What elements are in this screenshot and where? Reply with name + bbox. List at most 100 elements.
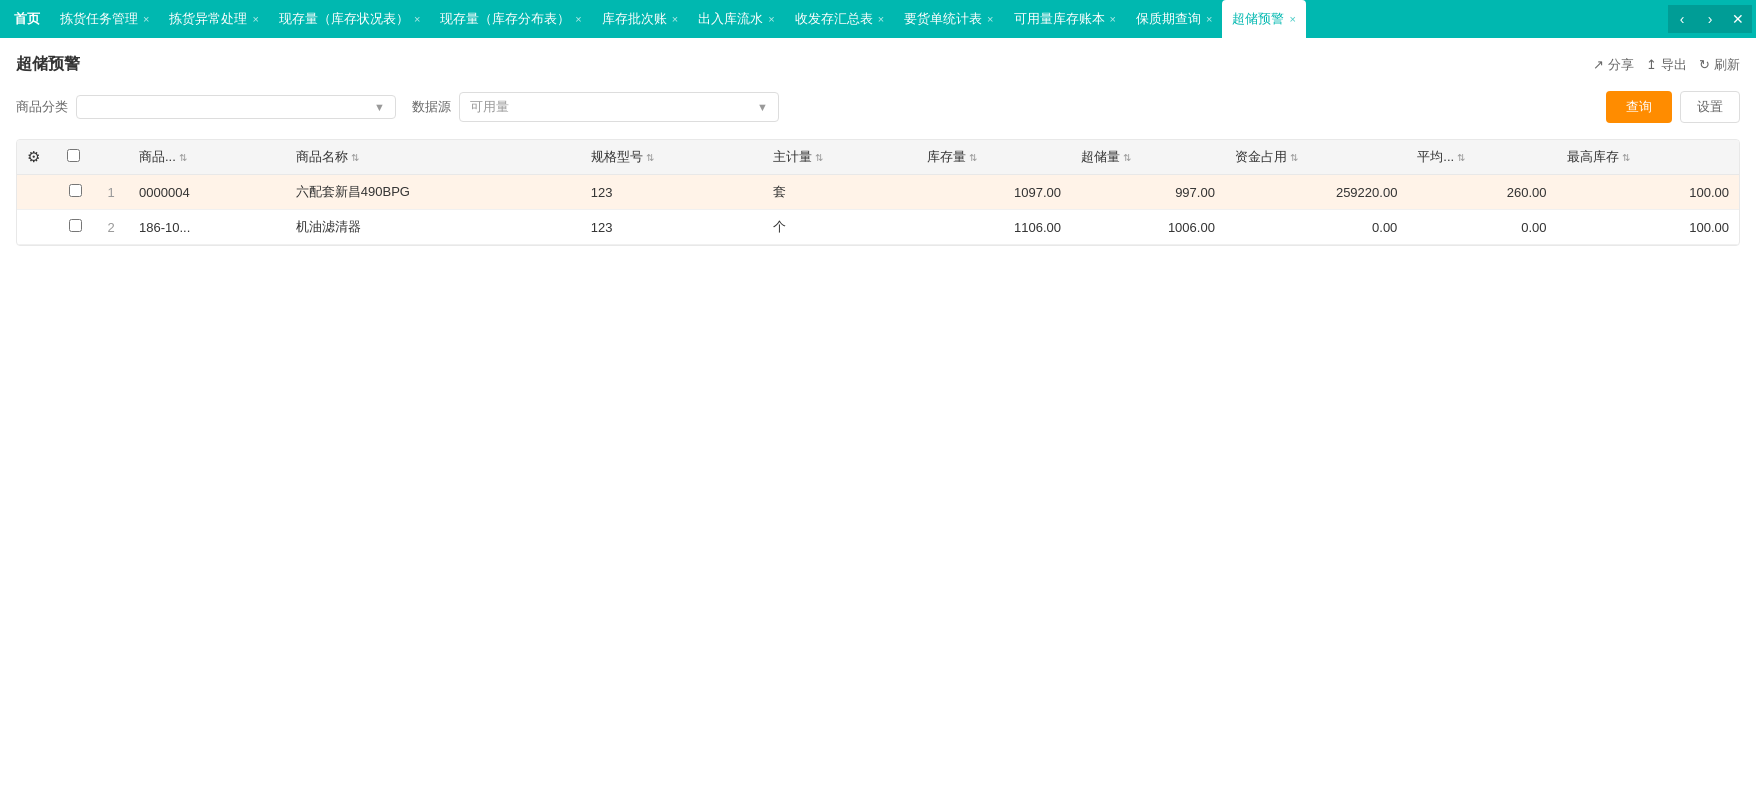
cell-product_name-1: 机油滤清器 xyxy=(286,210,581,245)
refresh-icon: ↻ xyxy=(1699,57,1710,72)
sort-icon-unit: ⇅ xyxy=(815,152,823,163)
col-label-stock: 库存量 xyxy=(927,149,966,164)
settings-button[interactable]: 设置 xyxy=(1680,91,1740,123)
nav-close-all-btn[interactable]: ✕ xyxy=(1724,5,1752,33)
col-spec[interactable]: 规格型号⇅ xyxy=(581,140,763,175)
cell-capital-0: 259220.00 xyxy=(1225,175,1407,210)
category-label: 商品分类 xyxy=(16,98,68,116)
col-overstock[interactable]: 超储量⇅ xyxy=(1071,140,1225,175)
nav-tab-8[interactable]: 可用量库存账本 × xyxy=(1004,0,1126,38)
row-cb-1[interactable] xyxy=(69,219,82,232)
col-settings[interactable]: ⚙ xyxy=(17,140,57,175)
nav-tab-6[interactable]: 收发存汇总表 × xyxy=(785,0,894,38)
col-label-capital: 资金占用 xyxy=(1235,149,1287,164)
share-button[interactable]: ↗ 分享 xyxy=(1593,56,1634,74)
cell-capital-1: 0.00 xyxy=(1225,210,1407,245)
nav-tab-4[interactable]: 库存批次账× xyxy=(592,0,688,38)
nav-home[interactable]: 首页 xyxy=(4,0,50,38)
sort-icon-avg: ⇅ xyxy=(1457,152,1465,163)
col-max_stock[interactable]: 最高库存⇅ xyxy=(1557,140,1740,175)
page-header: 超储预警 ↗ 分享 ↥ 导出 ↻ 刷新 xyxy=(16,54,1740,75)
nav-tab-close-0[interactable]: × xyxy=(143,13,149,25)
nav-tab-1[interactable]: 拣货异常处理 × xyxy=(159,0,268,38)
row-checkbox-0[interactable] xyxy=(57,175,93,210)
nav-tab-close-9[interactable]: × xyxy=(1206,13,1212,25)
col-label-max_stock: 最高库存 xyxy=(1567,149,1619,164)
nav-tab-close-3[interactable]: × xyxy=(575,13,581,25)
nav-tab-close-10[interactable]: × xyxy=(1289,13,1295,25)
cell-avg-1: 0.00 xyxy=(1407,210,1556,245)
nav-tab-label-8: 可用量库存账本 xyxy=(1014,10,1105,28)
nav-tab-9[interactable]: 保质期查询 × xyxy=(1126,0,1222,38)
nav-tab-label-6: 收发存汇总表 xyxy=(795,10,873,28)
datasource-dropdown-icon: ▼ xyxy=(757,101,768,113)
cell-spec-0: 123 xyxy=(581,175,763,210)
cell-max_stock-1: 100.00 xyxy=(1557,210,1740,245)
nav-tab-label-5: 出入库流水 xyxy=(698,10,763,28)
export-button[interactable]: ↥ 导出 xyxy=(1646,56,1687,74)
cell-stock-0: 1097.00 xyxy=(917,175,1071,210)
nav-tab-label-9: 保质期查询 xyxy=(1136,10,1201,28)
sort-icon-product_name: ⇅ xyxy=(351,152,359,163)
cell-product_name-0: 六配套新昌490BPG xyxy=(286,175,581,210)
nav-tab-label-10: 超储预警 xyxy=(1232,10,1284,28)
nav-prev-btn[interactable]: ‹ xyxy=(1668,5,1696,33)
cell-overstock-1: 1006.00 xyxy=(1071,210,1225,245)
nav-tab-close-5[interactable]: × xyxy=(768,13,774,25)
nav-tab-2[interactable]: 现存量（库存状况表）× xyxy=(269,0,430,38)
col-stock[interactable]: 库存量⇅ xyxy=(917,140,1071,175)
query-button[interactable]: 查询 xyxy=(1606,91,1672,123)
filter-actions: 查询 设置 xyxy=(1606,91,1740,123)
col-unit[interactable]: 主计量⇅ xyxy=(763,140,917,175)
col-checkbox[interactable] xyxy=(57,140,93,175)
col-label-product_name: 商品名称 xyxy=(296,149,348,164)
nav-tab-3[interactable]: 现存量（库存分布表） × xyxy=(430,0,591,38)
table-container: ⚙商品...⇅商品名称⇅规格型号⇅主计量⇅库存量⇅超储量⇅资金占用⇅平均...⇅… xyxy=(16,139,1740,246)
datasource-select-text: 可用量 xyxy=(470,98,509,116)
col-capital[interactable]: 资金占用⇅ xyxy=(1225,140,1407,175)
page-container: 超储预警 ↗ 分享 ↥ 导出 ↻ 刷新 商品分类 ▼ 数据源 xyxy=(0,38,1756,800)
datasource-select[interactable]: 可用量 ▼ xyxy=(459,92,779,122)
nav-tab-close-4[interactable]: × xyxy=(672,13,678,25)
nav-tab-5[interactable]: 出入库流水 × xyxy=(688,0,784,38)
category-dropdown-icon: ▼ xyxy=(374,101,385,113)
col-product_code[interactable]: 商品...⇅ xyxy=(129,140,286,175)
sort-icon-capital: ⇅ xyxy=(1290,152,1298,163)
nav-tab-0[interactable]: 拣货任务管理 × xyxy=(50,0,159,38)
col-label-avg: 平均... xyxy=(1417,149,1454,164)
cell-max_stock-0: 100.00 xyxy=(1557,175,1740,210)
nav-tab-close-7[interactable]: × xyxy=(987,13,993,25)
category-filter-group: 商品分类 ▼ xyxy=(16,95,396,119)
nav-arrows: ‹ › ✕ xyxy=(1668,5,1752,33)
category-select[interactable]: ▼ xyxy=(76,95,396,119)
page-title: 超储预警 xyxy=(16,54,80,75)
nav-tab-label-1: 拣货异常处理 xyxy=(169,10,247,28)
data-table: ⚙商品...⇅商品名称⇅规格型号⇅主计量⇅库存量⇅超储量⇅资金占用⇅平均...⇅… xyxy=(17,140,1739,245)
nav-tab-label-0: 拣货任务管理 xyxy=(60,10,138,28)
sort-icon-spec: ⇅ xyxy=(646,152,654,163)
nav-tab-7[interactable]: 要货单统计表× xyxy=(894,0,1003,38)
row-gear-0[interactable] xyxy=(17,175,57,210)
cell-unit-0: 套 xyxy=(763,175,917,210)
row-gear-1[interactable] xyxy=(17,210,57,245)
sort-icon-max_stock: ⇅ xyxy=(1622,152,1630,163)
nav-tab-10[interactable]: 超储预警 × xyxy=(1222,0,1305,38)
row-cb-0[interactable] xyxy=(69,184,82,197)
nav-tab-close-8[interactable]: × xyxy=(1110,13,1116,25)
col-avg[interactable]: 平均...⇅ xyxy=(1407,140,1556,175)
datasource-filter-group: 数据源 可用量 ▼ xyxy=(412,92,779,122)
nav-tab-label-3: 现存量（库存分布表） xyxy=(440,10,570,28)
filter-row: 商品分类 ▼ 数据源 可用量 ▼ 查询 设置 xyxy=(16,91,1740,123)
row-checkbox-1[interactable] xyxy=(57,210,93,245)
nav-next-btn[interactable]: › xyxy=(1696,5,1724,33)
cell-unit-1: 个 xyxy=(763,210,917,245)
export-icon: ↥ xyxy=(1646,57,1657,72)
col-product_name[interactable]: 商品名称⇅ xyxy=(286,140,581,175)
nav-tab-close-2[interactable]: × xyxy=(414,13,420,25)
nav-tab-close-6[interactable]: × xyxy=(878,13,884,25)
col-label-overstock: 超储量 xyxy=(1081,149,1120,164)
row-num-0: 1 xyxy=(93,175,129,210)
refresh-button[interactable]: ↻ 刷新 xyxy=(1699,56,1740,74)
nav-tab-close-1[interactable]: × xyxy=(252,13,258,25)
select-all-checkbox[interactable] xyxy=(67,149,80,162)
